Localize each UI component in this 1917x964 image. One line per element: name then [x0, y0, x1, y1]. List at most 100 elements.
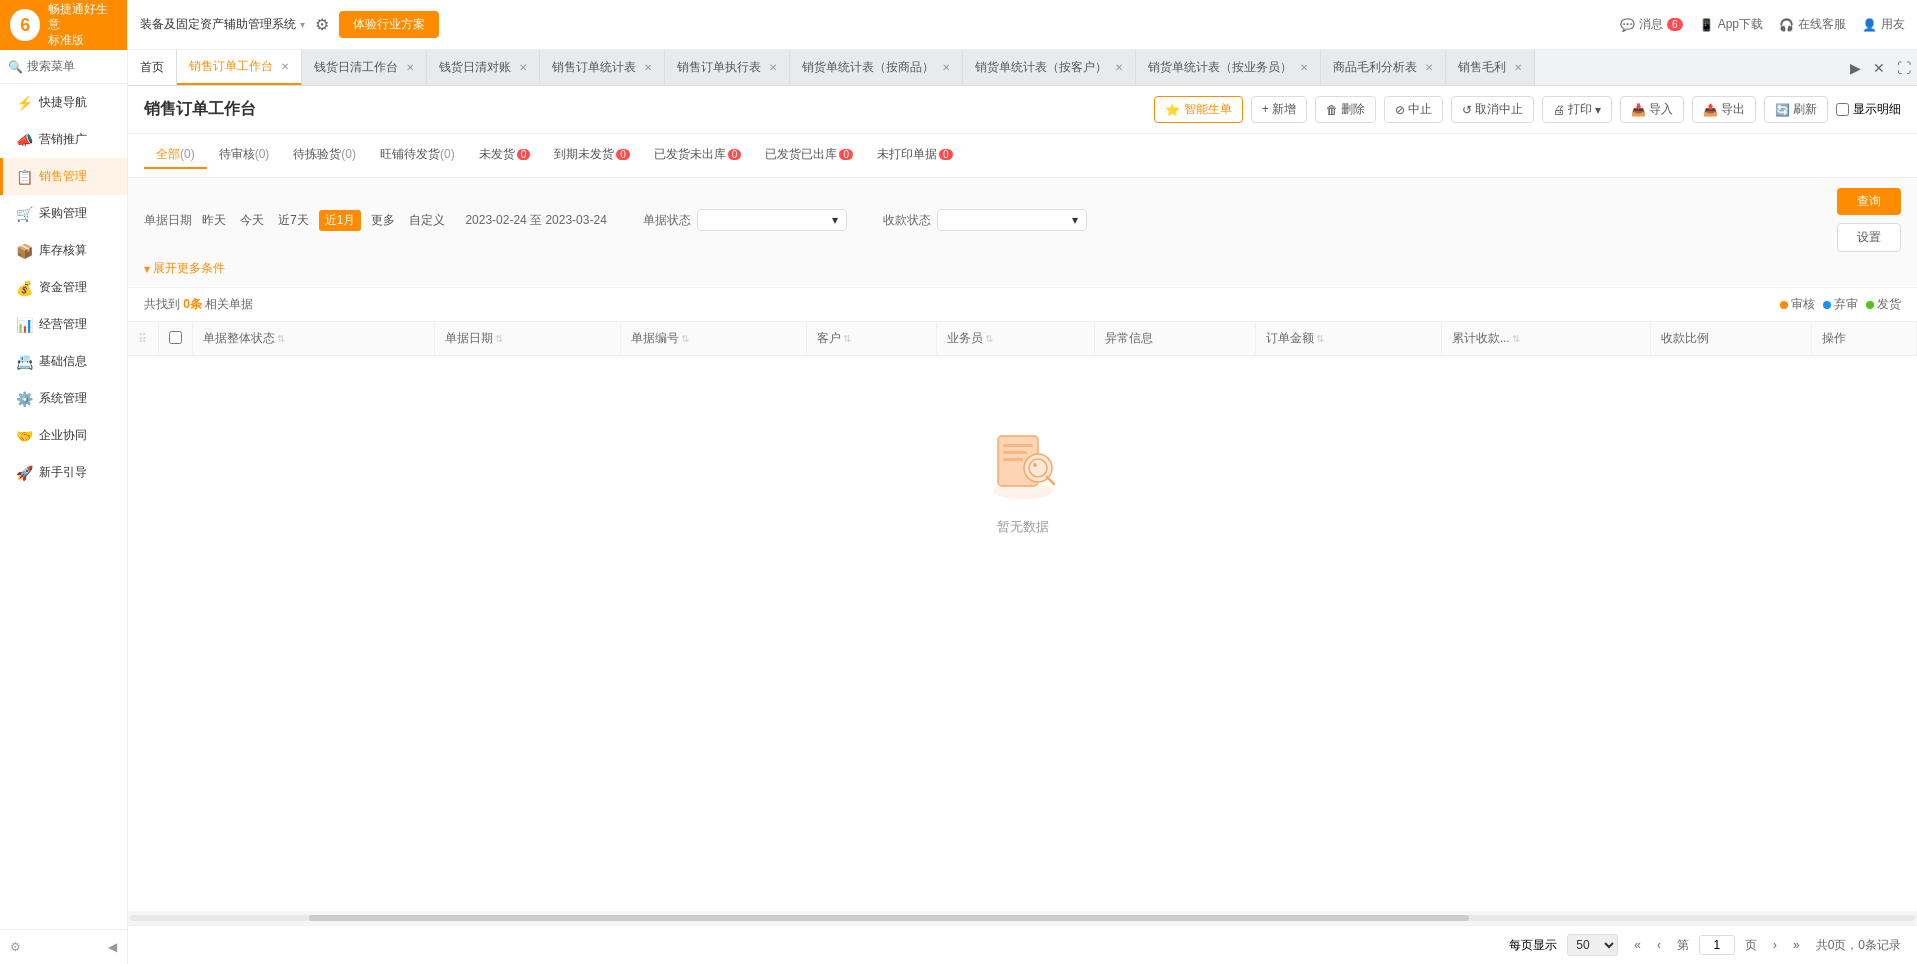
- sidebar-item-operations[interactable]: 📊 经营管理: [0, 306, 127, 343]
- th-date[interactable]: 单据日期: [434, 322, 620, 356]
- th-received[interactable]: 累计收款...: [1441, 322, 1650, 356]
- import-button[interactable]: 📥 导入: [1620, 96, 1684, 123]
- query-button[interactable]: 查询: [1837, 188, 1901, 215]
- filter-payment-select[interactable]: ▾: [937, 209, 1087, 231]
- tab-sales-summary-customer[interactable]: 销货单统计表（按客户） ✕: [963, 50, 1136, 85]
- sidebar-item-marketing[interactable]: 📣 营销推广: [0, 121, 127, 158]
- smart-gen-button[interactable]: ⭐ 智能生单: [1154, 96, 1243, 123]
- page-header: 销售订单工作台 ⭐ 智能生单 + 新增 🗑 删除 ⊘ 中止 ↺ 取消中止: [128, 86, 1917, 134]
- export-button[interactable]: 📤 导出: [1692, 96, 1756, 123]
- show-detail-checkbox[interactable]: [1836, 103, 1849, 116]
- page-size-select[interactable]: 50 10 20 100: [1567, 934, 1618, 956]
- cancel-stop-button[interactable]: ↺ 取消中止: [1451, 96, 1534, 123]
- filter-tab-overdue-not-shipped[interactable]: 到期未发货0: [542, 142, 642, 169]
- horizontal-scrollbar[interactable]: [128, 911, 1917, 925]
- filter-tab-wangpu-pending[interactable]: 旺铺待发货(0): [368, 142, 467, 169]
- page-number-input[interactable]: [1699, 935, 1735, 955]
- sidebar-item-guide[interactable]: 🚀 新手引导: [0, 454, 127, 491]
- sidebar-item-purchase[interactable]: 🛒 采购管理: [0, 195, 127, 232]
- abandon-review-button[interactable]: 弃审: [1823, 296, 1858, 313]
- sidebar-item-quick-nav[interactable]: ⚡ 快捷导航: [0, 84, 127, 121]
- set-button[interactable]: 设置: [1837, 223, 1901, 252]
- tab-sales-summary-customer-close[interactable]: ✕: [1115, 62, 1123, 73]
- select-all-checkbox[interactable]: [169, 331, 182, 344]
- industry-solution-button[interactable]: 体验行业方案: [339, 11, 439, 38]
- prev-button[interactable]: ‹: [1651, 936, 1667, 954]
- th-customer[interactable]: 客户: [806, 322, 936, 356]
- filter-tab-pending-review[interactable]: 待审核(0): [207, 142, 282, 169]
- tab-sales-profit[interactable]: 销售毛利 ✕: [1446, 50, 1535, 85]
- th-number[interactable]: 单据编号: [620, 322, 806, 356]
- tab-sales-summary-product-close[interactable]: ✕: [942, 62, 950, 73]
- refresh-button[interactable]: 🔄 刷新: [1764, 96, 1828, 123]
- print-arrow[interactable]: ▾: [1595, 103, 1601, 117]
- scrollbar-thumb[interactable]: [309, 915, 1469, 921]
- user-menu-button[interactable]: 👤 用友: [1862, 16, 1905, 33]
- filter-tab-shipped-not-out[interactable]: 已发货未出库0: [642, 142, 754, 169]
- message-button[interactable]: 💬 消息 6: [1620, 16, 1683, 33]
- prev-group-button[interactable]: «: [1628, 936, 1647, 954]
- tab-gross-profit[interactable]: 商品毛利分析表 ✕: [1321, 50, 1446, 85]
- tab-cash-reconcile-close[interactable]: ✕: [519, 62, 527, 73]
- app-download-button[interactable]: 📱 App下载: [1699, 16, 1763, 33]
- sidebar-item-finance[interactable]: 💰 资金管理: [0, 269, 127, 306]
- sidebar-item-enterprise[interactable]: 🤝 企业协同: [0, 417, 127, 454]
- date-opt-custom[interactable]: 自定义: [405, 210, 449, 231]
- filter-tab-pending-inspection[interactable]: 待拣验货(0): [281, 142, 368, 169]
- tab-scroll-right-icon[interactable]: ▶: [1844, 60, 1867, 76]
- filter-tab-all[interactable]: 全部(0): [144, 142, 207, 169]
- stop-button[interactable]: ⊘ 中止: [1384, 96, 1443, 123]
- date-opt-more[interactable]: 更多: [367, 210, 399, 231]
- ship-button[interactable]: 发货: [1866, 296, 1901, 313]
- tab-sales-stats[interactable]: 销售订单统计表 ✕: [540, 50, 665, 85]
- tab-sales-summary-product[interactable]: 销货单统计表（按商品） ✕: [790, 50, 963, 85]
- tab-cash-daily-close[interactable]: ✕: [406, 62, 414, 73]
- review-button[interactable]: 审核: [1780, 296, 1815, 313]
- topbar-settings-icon[interactable]: ⚙: [315, 15, 329, 34]
- sidebar-item-system[interactable]: ⚙️ 系统管理: [0, 380, 127, 417]
- svg-point-8: [1033, 463, 1037, 467]
- tab-gross-profit-close[interactable]: ✕: [1425, 62, 1433, 73]
- tab-maximize-icon[interactable]: ⛶: [1891, 60, 1917, 76]
- next-group-button[interactable]: »: [1787, 936, 1806, 954]
- date-opt-1month[interactable]: 近1月: [319, 210, 362, 231]
- th-staff[interactable]: 业务员: [936, 322, 1094, 356]
- tab-sales-workbench[interactable]: 销售订单工作台 ✕: [177, 50, 302, 85]
- tab-sales-stats-close[interactable]: ✕: [644, 62, 652, 73]
- show-detail-checkbox-label[interactable]: 显示明细: [1836, 101, 1901, 118]
- date-opt-7days[interactable]: 近7天: [274, 210, 313, 231]
- sidebar-search[interactable]: 🔍 搜索菜单: [0, 50, 127, 84]
- tab-sales-summary-staff[interactable]: 销货单统计表（按业务员） ✕: [1136, 50, 1321, 85]
- tabbar: 首页 销售订单工作台 ✕ 钱货日清工作台 ✕ 钱货日清对账 ✕ 销售订单统计表 …: [128, 50, 1917, 86]
- tab-cash-reconcile[interactable]: 钱货日清对账 ✕: [427, 50, 540, 85]
- next-button[interactable]: ›: [1767, 936, 1783, 954]
- sidebar-item-sales[interactable]: 📋 销售管理: [0, 158, 127, 195]
- date-opt-today[interactable]: 今天: [236, 210, 268, 231]
- settings-icon[interactable]: ⚙: [10, 940, 21, 954]
- date-opt-yesterday[interactable]: 昨天: [198, 210, 230, 231]
- filter-status-select[interactable]: ▾: [697, 209, 847, 231]
- tab-sales-exec-close[interactable]: ✕: [769, 62, 777, 73]
- th-amount[interactable]: 订单金额: [1255, 322, 1441, 356]
- expand-conditions-button[interactable]: ▾ 展开更多条件: [144, 260, 225, 277]
- tab-cash-daily[interactable]: 钱货日清工作台 ✕: [302, 50, 427, 85]
- tab-home[interactable]: 首页: [128, 50, 177, 85]
- online-service-button[interactable]: 🎧 在线客服: [1779, 16, 1846, 33]
- tab-sales-workbench-close[interactable]: ✕: [281, 61, 289, 72]
- tab-close-all-icon[interactable]: ✕: [1867, 60, 1891, 76]
- sidebar-item-inventory[interactable]: 📦 库存核算: [0, 232, 127, 269]
- filter-tab-not-printed[interactable]: 未打印单据0: [865, 142, 965, 169]
- delete-button[interactable]: 🗑 删除: [1315, 96, 1376, 123]
- tab-sales-exec[interactable]: 销售订单执行表 ✕: [665, 50, 790, 85]
- filter-tab-not-shipped[interactable]: 未发货0: [467, 142, 543, 169]
- th-check[interactable]: [158, 322, 192, 356]
- filter-tab-shipped-out[interactable]: 已发货已出库0: [753, 142, 865, 169]
- tab-sales-summary-staff-close[interactable]: ✕: [1300, 62, 1308, 73]
- sidebar-item-basic[interactable]: 📇 基础信息: [0, 343, 127, 380]
- collapse-icon[interactable]: ◀: [108, 940, 117, 954]
- print-button[interactable]: 🖨 打印 ▾: [1542, 96, 1612, 123]
- tab-sales-profit-close[interactable]: ✕: [1514, 62, 1522, 73]
- system-title-arrow[interactable]: ▾: [300, 19, 305, 30]
- th-status[interactable]: 单据整体状态: [192, 322, 434, 356]
- add-button[interactable]: + 新增: [1251, 96, 1307, 123]
